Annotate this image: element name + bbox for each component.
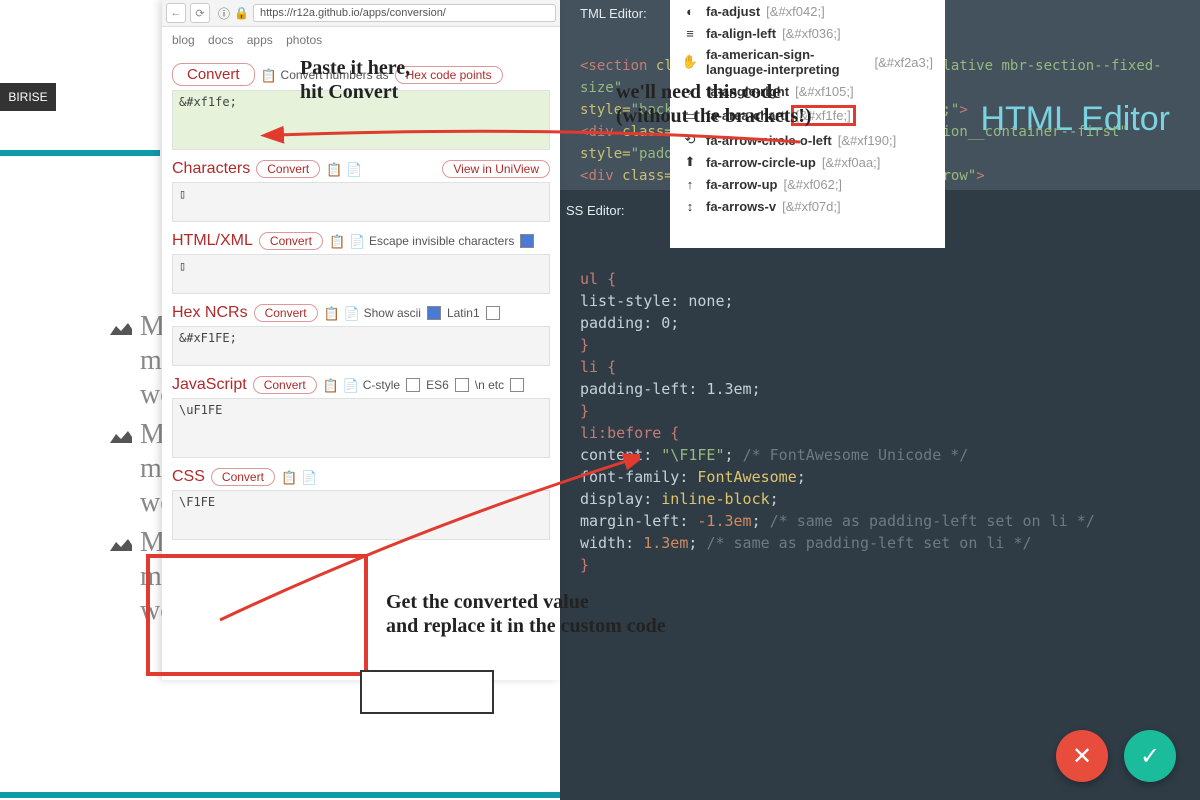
area-chart-icon: [110, 310, 132, 324]
convert-button[interactable]: Convert: [253, 376, 317, 394]
fa-item-code: [&#xf042;]: [766, 4, 825, 19]
fa-item-code: [&#xf036;]: [782, 26, 841, 41]
lock-icon: 🔒: [234, 6, 249, 20]
area-chart-icon: [110, 526, 132, 540]
html-editor-label: TML Editor:: [580, 6, 647, 21]
newline-checkbox[interactable]: [510, 378, 524, 392]
fa-glyph-icon: ↕: [682, 198, 698, 214]
nav-apps[interactable]: apps: [247, 33, 273, 47]
cropped-element: [360, 670, 494, 714]
file-icon[interactable]: 📄: [301, 470, 315, 484]
cstyle-checkbox[interactable]: [406, 378, 420, 392]
nav-photos[interactable]: photos: [286, 33, 322, 47]
fa-glyph-icon: ⬆: [682, 154, 698, 170]
escape-invisible-checkbox[interactable]: [520, 234, 534, 248]
convert-button[interactable]: Convert: [256, 160, 320, 178]
javascript-title: JavaScript: [172, 376, 247, 394]
file-icon[interactable]: 📄: [343, 378, 357, 392]
hexncr-section: Hex NCRs Convert 📋 📄 Show ascii Latin1 &…: [172, 304, 550, 366]
info-icon[interactable]: ⓘ: [218, 5, 230, 22]
area-chart-icon: [110, 418, 132, 432]
convert-button[interactable]: Convert: [211, 468, 275, 486]
address-bar: ← ⟳ ⓘ 🔒 https://r12a.github.io/apps/conv…: [162, 0, 560, 27]
cancel-button[interactable]: ✕: [1056, 730, 1108, 782]
css-output[interactable]: \F1FE: [172, 490, 550, 540]
annotation-need-code: we'll need this code (without the bracke…: [616, 80, 812, 128]
es6-checkbox[interactable]: [455, 378, 469, 392]
css-editor-label: SS Editor:: [560, 203, 625, 218]
file-icon[interactable]: 📄: [344, 306, 358, 320]
confirm-button[interactable]: ✓: [1124, 730, 1176, 782]
characters-section: Characters Convert 📋 📄 View in UniView ▯: [172, 160, 550, 222]
hexncr-output[interactable]: &#xF1FE;: [172, 326, 550, 366]
fa-item-name: fa-arrow-circle-o-left: [706, 133, 832, 148]
fa-item-name: fa-arrow-up: [706, 177, 778, 192]
css-section: CSS Convert 📋 📄 \F1FE: [172, 468, 550, 540]
fa-item-name: fa-adjust: [706, 4, 760, 19]
htmlxml-section: HTML/XML Convert 📋 📄 Escape invisible ch…: [172, 232, 550, 294]
copy-icon[interactable]: 📋: [323, 378, 337, 392]
htmlxml-output[interactable]: ▯: [172, 254, 550, 294]
fa-glyph-icon: ⟲: [682, 132, 698, 148]
fa-list-item[interactable]: ↑ fa-arrow-up [&#xf062;]: [670, 173, 945, 195]
file-icon[interactable]: 📄: [349, 234, 363, 248]
hex-code-points-button[interactable]: Hex code points: [395, 66, 503, 84]
convert-button[interactable]: Convert: [254, 304, 318, 322]
fa-item-code: [&#xf2a3;]: [874, 55, 933, 70]
fa-list-item[interactable]: ◐ fa-adjust [&#xf042;]: [670, 0, 945, 22]
convert-button[interactable]: Convert: [172, 63, 255, 86]
show-ascii-checkbox[interactable]: [427, 306, 441, 320]
hexncr-title: Hex NCRs: [172, 304, 248, 322]
fa-item-code: [&#xf0aa;]: [822, 155, 881, 170]
url-field[interactable]: https://r12a.github.io/apps/conversion/: [253, 4, 556, 22]
characters-title: Characters: [172, 160, 250, 178]
fa-item-code: [&#xf190;]: [838, 133, 897, 148]
css-code-block[interactable]: ul { list-style: none; padding: 0; } li …: [580, 268, 1095, 576]
fa-item-name: fa-arrows-v: [706, 199, 776, 214]
copy-icon[interactable]: 📋: [281, 470, 295, 484]
fa-glyph-icon: ≡: [682, 25, 698, 41]
fa-item-name: fa-arrow-circle-up: [706, 155, 816, 170]
javascript-output[interactable]: \uF1FE: [172, 398, 550, 458]
copy-icon[interactable]: 📋: [261, 68, 275, 82]
view-uniview-button[interactable]: View in UniView: [442, 160, 550, 178]
fa-item-code: [&#xf062;]: [784, 177, 843, 192]
fa-item-code: [&#xf07d;]: [782, 199, 841, 214]
file-icon[interactable]: 📄: [346, 162, 360, 176]
fa-item-name: fa-american-sign-language-interpreting: [706, 47, 868, 77]
copy-icon[interactable]: 📋: [326, 162, 340, 176]
fa-glyph-icon: ↑: [682, 176, 698, 192]
annotation-paste: Paste it here, hit Convert: [300, 56, 410, 104]
fa-glyph-icon: ✋: [682, 54, 698, 70]
characters-output[interactable]: ▯: [172, 182, 550, 222]
fa-list-item[interactable]: ⟲ fa-arrow-circle-o-left [&#xf190;]: [670, 129, 945, 151]
divider: [0, 792, 560, 798]
fa-list-item[interactable]: ↕ fa-arrows-v [&#xf07d;]: [670, 195, 945, 217]
htmlxml-title: HTML/XML: [172, 232, 253, 250]
nav-docs[interactable]: docs: [208, 33, 233, 47]
mobirise-badge: BIRISE: [0, 83, 56, 111]
back-button[interactable]: ←: [166, 3, 186, 23]
highlight-css-output: [146, 554, 368, 676]
nav-links: blog docs apps photos: [162, 27, 560, 53]
javascript-section: JavaScript Convert 📋 📄 C-style ES6 \n et…: [172, 376, 550, 458]
nav-blog[interactable]: blog: [172, 33, 195, 47]
convert-button[interactable]: Convert: [259, 232, 323, 250]
annotation-converted: Get the converted value and replace it i…: [386, 590, 666, 638]
fa-glyph-icon: ◐: [682, 3, 698, 19]
copy-icon[interactable]: 📋: [329, 234, 343, 248]
latin1-checkbox[interactable]: [486, 306, 500, 320]
fa-list-item[interactable]: ✋ fa-american-sign-language-interpreting […: [670, 44, 945, 80]
css-title: CSS: [172, 468, 205, 486]
divider: [0, 150, 160, 156]
fa-list-item[interactable]: ⬆ fa-arrow-circle-up [&#xf0aa;]: [670, 151, 945, 173]
reload-button[interactable]: ⟳: [190, 3, 210, 23]
fa-item-name: fa-align-left: [706, 26, 776, 41]
fa-list-item[interactable]: ≡ fa-align-left [&#xf036;]: [670, 22, 945, 44]
copy-icon[interactable]: 📋: [324, 306, 338, 320]
